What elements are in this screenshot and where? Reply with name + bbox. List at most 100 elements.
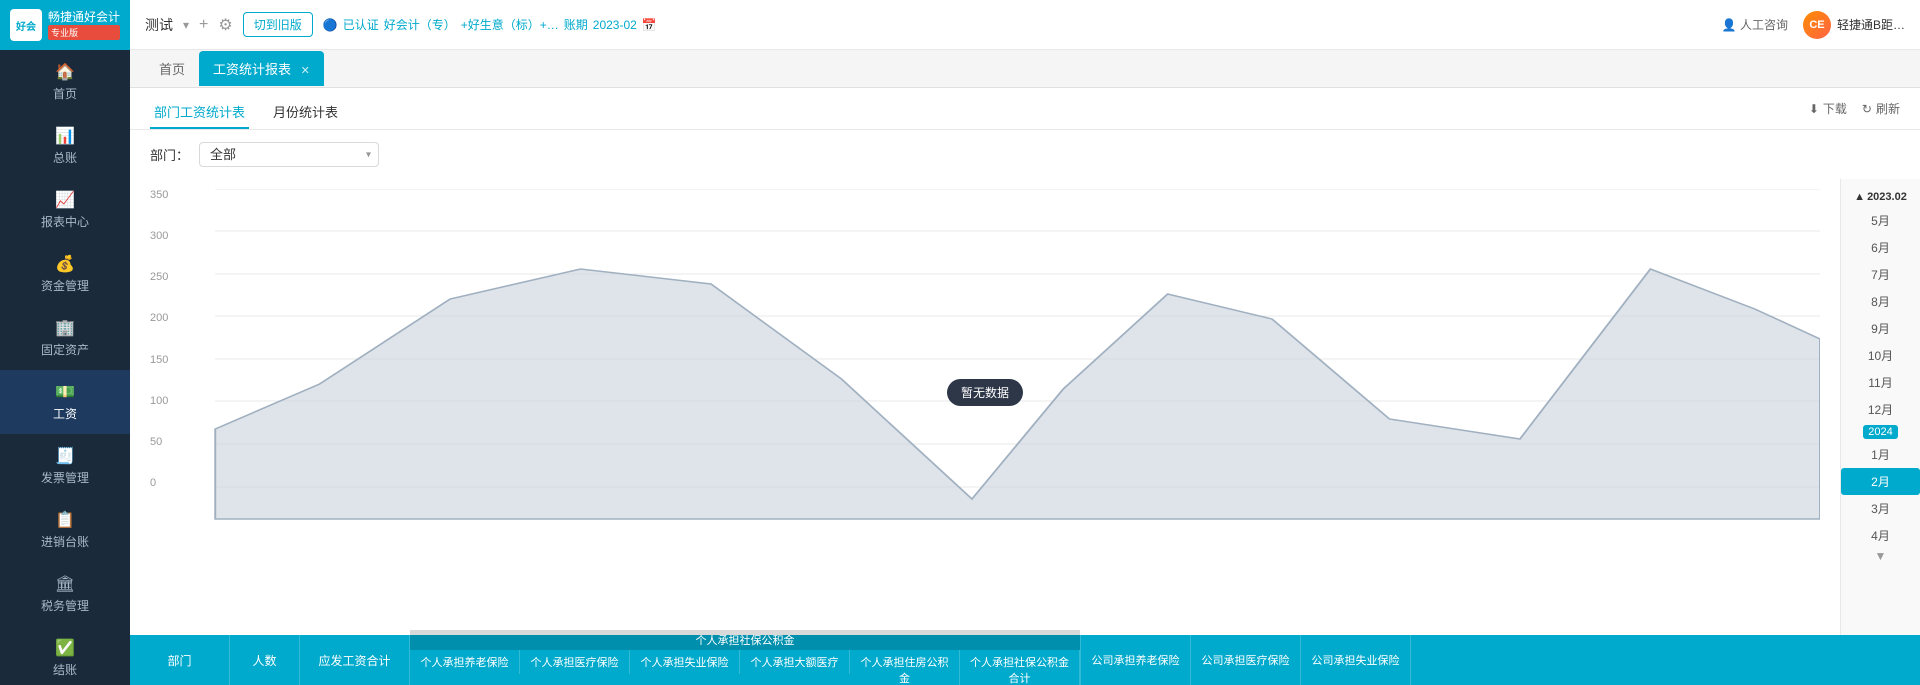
sidebar-item-资金管理[interactable]: 💰 资金管理 xyxy=(0,242,130,306)
nav-label-进销台账: 进销台账 xyxy=(41,533,89,550)
tab-close-icon[interactable]: ✕ xyxy=(301,65,310,77)
year-up-icon[interactable]: ▲ xyxy=(1854,191,1865,203)
month-10[interactable]: 10月 xyxy=(1841,342,1920,369)
nav-label-发票管理: 发票管理 xyxy=(41,469,89,486)
chart-container: 0 50 100 150 200 250 300 350 xyxy=(130,179,1840,635)
nav-label-总账: 总账 xyxy=(53,149,77,166)
nav-icon-税务管理: 🏛 xyxy=(55,574,75,594)
certified-label: 已认证 xyxy=(343,16,379,33)
month-9[interactable]: 9月 xyxy=(1841,315,1920,342)
main-area: 测试 ▾ + ⚙ 切到旧版 🔵 已认证 好会计（专） +好生意（标）+… 账期 … xyxy=(130,0,1920,685)
month-11[interactable]: 11月 xyxy=(1841,369,1920,396)
status-area: 🔵 已认证 好会计（专） +好生意（标）+… 账期 2023-02 📅 xyxy=(323,16,657,33)
tab-salary-label: 工资统计报表 xyxy=(213,62,291,77)
tabs-bar: 首页 工资统计报表 ✕ xyxy=(130,50,1920,88)
topbar: 测试 ▾ + ⚙ 切到旧版 🔵 已认证 好会计（专） +好生意（标）+… 账期 … xyxy=(130,0,1920,50)
month-6[interactable]: 6月 xyxy=(1841,234,1920,261)
download-icon: ⬇ xyxy=(1809,102,1819,116)
sidebar-item-总账[interactable]: 📊 总账 xyxy=(0,114,130,178)
year-badge: 2024 xyxy=(1863,425,1897,439)
month-1[interactable]: 1月 xyxy=(1841,441,1920,468)
sidebar-item-进销台账[interactable]: 📋 进销台账 xyxy=(0,498,130,562)
month-12[interactable]: 12月 xyxy=(1841,396,1920,423)
refresh-icon: ↻ xyxy=(1862,102,1872,116)
filter-row: 部门： 全部 ▾ xyxy=(130,130,1920,179)
sidebar-item-报表中心[interactable]: 📈报表中心 xyxy=(0,178,130,242)
sidebar-item-税务管理[interactable]: 🏛 税务管理 xyxy=(0,562,130,626)
dropdown-arrow-icon[interactable]: ▾ xyxy=(183,18,189,32)
th-personal-total: 个人承担社保公积金合计 xyxy=(960,650,1080,685)
month-5[interactable]: 5月 xyxy=(1841,207,1920,234)
th-personal-medical: 个人承担医疗保险 xyxy=(520,650,630,674)
topbar-right: 👤 人工咨询 CE 轻捷通B距… xyxy=(1722,11,1905,39)
month-3[interactable]: 3月 xyxy=(1841,495,1920,522)
nav-label-资金管理: 资金管理 xyxy=(41,277,89,294)
logo-name: 畅捷通好会计 xyxy=(48,10,120,26)
extra-status: +好生意（标）+… xyxy=(461,16,559,33)
sidebar-item-发票管理[interactable]: 🧾 发票管理 xyxy=(0,434,130,498)
month-down-icon[interactable]: ▼ xyxy=(1875,549,1887,563)
th-company-medical: 公司承担医疗保险 xyxy=(1191,635,1301,685)
th-dept: 部门 xyxy=(130,635,230,685)
help-icon: 👤 xyxy=(1722,18,1737,32)
nav-label-工资: 工资 xyxy=(53,405,77,422)
th-personal-unemploy: 个人承担失业保险 xyxy=(630,650,740,674)
help-button[interactable]: 👤 人工咨询 xyxy=(1722,16,1788,33)
tab-home-label: 首页 xyxy=(159,62,185,77)
nav-icon-报表中心: 📈 xyxy=(55,190,75,210)
account-type: 好会计（专） xyxy=(384,16,456,33)
refresh-button[interactable]: ↻ 刷新 xyxy=(1862,100,1900,117)
dept-filter-label: 部门： xyxy=(150,145,189,164)
month-panel: ▲ 2023.02 5月 6月 7月 8月 9月 10月 11月 12月 202… xyxy=(1840,179,1920,635)
app-logo: 好会 畅捷通好会计 专业版 xyxy=(0,0,130,50)
add-button[interactable]: + xyxy=(199,16,208,34)
user-info[interactable]: CE 轻捷通B距… xyxy=(1803,11,1905,39)
nav-icon-发票管理: 🧾 xyxy=(55,446,75,466)
logo-edition: 专业版 xyxy=(48,25,120,40)
th-salary: 应发工资合计 xyxy=(300,635,410,685)
month-7[interactable]: 7月 xyxy=(1841,261,1920,288)
th-personal-big-medical: 个人承担大额医疗 xyxy=(740,650,850,674)
nav-label-税务管理: 税务管理 xyxy=(41,597,89,614)
sidebar-item-结账[interactable]: ✅结账 xyxy=(0,626,130,685)
dept-select[interactable]: 全部 xyxy=(199,142,379,167)
subtab-monthly[interactable]: 月份统计表 xyxy=(269,96,342,129)
dept-select-wrapper: 全部 ▾ xyxy=(199,142,379,167)
user-name: 轻捷通B距… xyxy=(1837,16,1905,33)
help-label: 人工咨询 xyxy=(1740,18,1788,32)
th-company-old: 公司承担养老保险 xyxy=(1081,635,1191,685)
month-2-active[interactable]: 2月 xyxy=(1841,468,1920,495)
nav-icon-固定资产: 🏢 xyxy=(55,318,75,338)
nav-icon-首页: 🏠 xyxy=(55,62,75,82)
sidebar-item-固定资产[interactable]: 🏢固定资产 xyxy=(0,306,130,370)
tab-salary-report[interactable]: 工资统计报表 ✕ xyxy=(199,51,324,86)
refresh-label: 刷新 xyxy=(1876,100,1900,117)
sidebar-item-首页[interactable]: 🏠 首页 xyxy=(0,50,130,114)
sidebar-item-工资[interactable]: 💵工资 xyxy=(0,370,130,434)
month-4[interactable]: 4月 xyxy=(1841,522,1920,549)
user-avatar: CE xyxy=(1803,11,1831,39)
area-chart xyxy=(150,189,1820,529)
tab-home[interactable]: 首页 xyxy=(145,51,199,86)
th-personal-group: 个人承担社保公积金 个人承担养老保险 个人承担医疗保险 个人承担失业保险 个人承… xyxy=(410,630,1081,685)
nav-label-首页: 首页 xyxy=(53,85,77,102)
logo-icon: 好会 xyxy=(10,9,42,41)
nav-icon-总账: 📊 xyxy=(55,126,75,146)
th-personal-house: 个人承担住房公积金 xyxy=(850,650,960,685)
calendar-icon[interactable]: 📅 xyxy=(642,18,657,32)
th-personal-cols: 个人承担养老保险 个人承担医疗保险 个人承担失业保险 个人承担大额医疗 个人承担… xyxy=(410,650,1080,685)
subtab-dept[interactable]: 部门工资统计表 xyxy=(150,96,249,129)
nav-icon-资金管理: 💰 xyxy=(55,254,75,274)
page-content: 部门工资统计表 月份统计表 ⬇ 下载 ↻ 刷新 xyxy=(130,88,1920,685)
th-personal-old: 个人承担养老保险 xyxy=(410,650,520,674)
company-name: 测试 xyxy=(145,15,173,35)
subtab-actions: ⬇ 下载 ↻ 刷新 xyxy=(1809,100,1900,125)
chart-section: 0 50 100 150 200 250 300 350 xyxy=(130,179,1920,635)
nav-label-结账: 结账 xyxy=(53,661,77,678)
nav-icon-进销台账: 📋 xyxy=(55,510,75,530)
month-8[interactable]: 8月 xyxy=(1841,288,1920,315)
switch-version-button[interactable]: 切到旧版 xyxy=(243,12,313,37)
download-button[interactable]: ⬇ 下载 xyxy=(1809,100,1847,117)
settings-icon[interactable]: ⚙ xyxy=(218,15,232,35)
subtab-monthly-label: 月份统计表 xyxy=(273,105,338,120)
